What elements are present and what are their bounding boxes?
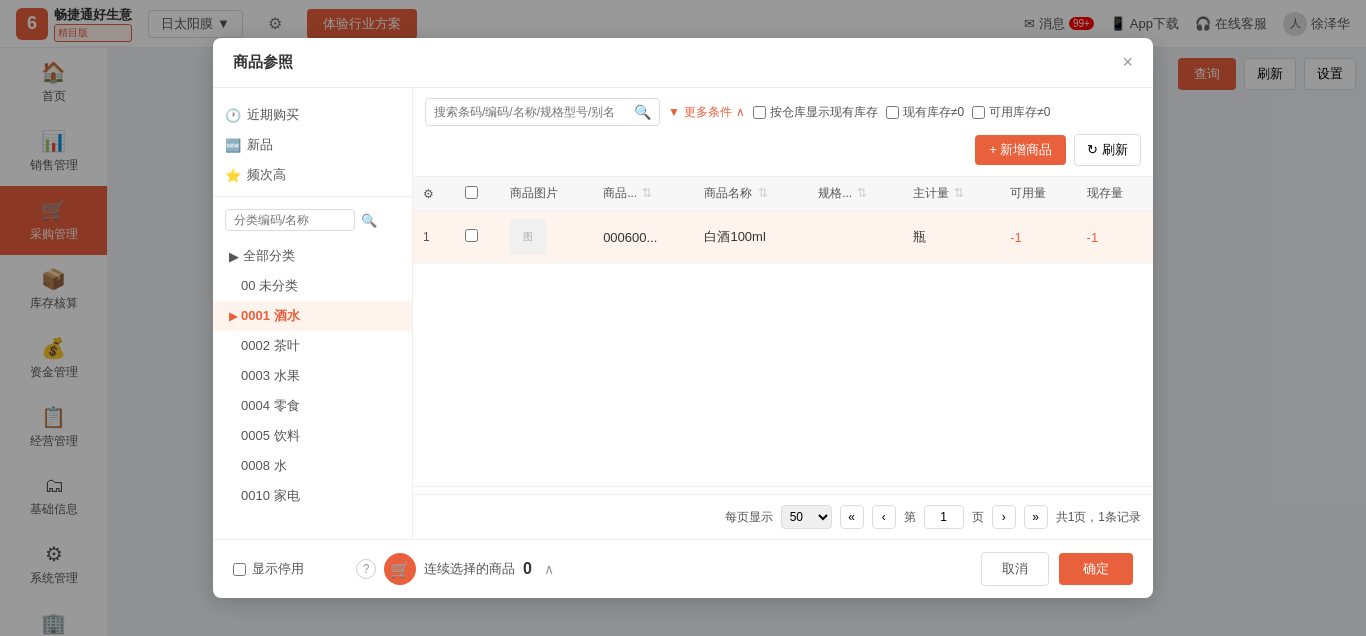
scroll-area [413, 486, 1153, 494]
cat-item-0004[interactable]: 0004 零食 [213, 391, 412, 421]
row-checkbox[interactable] [465, 229, 478, 242]
cat-item-all[interactable]: ▶ 全部分类 [213, 241, 412, 271]
row-code-cell: 000600... [593, 211, 694, 264]
cart-icon[interactable]: 🛒 [384, 553, 416, 585]
cat-expand-icon: ▶ [229, 249, 239, 264]
cancel-btn[interactable]: 取消 [981, 552, 1049, 586]
col-settings[interactable]: ⚙ [413, 177, 455, 211]
row-unit-cell: 瓶 [903, 211, 1000, 264]
col-img: 商品图片 [500, 177, 593, 211]
show-disabled-label[interactable]: 显示停用 [233, 560, 304, 578]
right-panel: 🔍 ▼ 更多条件 ∧ 按仓库显示现有库存 现有库存≠0 [413, 88, 1153, 539]
cat-item-0001[interactable]: ▶ 0001 酒水 [213, 301, 412, 331]
show-disabled-checkbox[interactable] [233, 563, 246, 576]
col-unit[interactable]: 主计量 ⇅ [903, 177, 1000, 211]
cat-tree: ▶ 全部分类 00 未分类 ▶ 0001 酒水 0002 茶叶 0003 水果 [213, 237, 412, 527]
col-stock: 现存量 [1077, 177, 1153, 211]
modal-close-button[interactable]: × [1122, 52, 1133, 73]
collapse-btn[interactable]: ∧ [544, 561, 554, 577]
footer-actions: 取消 确定 [981, 552, 1133, 586]
search-box: 🔍 [425, 98, 660, 126]
cat-item-0010[interactable]: 0010 家电 [213, 481, 412, 511]
recent-buy-icon: 🕐 [225, 108, 241, 123]
freq-high-item[interactable]: ⭐ 频次高 [213, 160, 412, 190]
table-body: 1 图 000600... 白酒100ml 瓶 -1 -1 [413, 211, 1153, 264]
col-spec[interactable]: 规格... ⇅ [808, 177, 903, 211]
check-available-nonzero[interactable]: 可用库存≠0 [972, 104, 1050, 121]
product-image: 图 [510, 219, 546, 255]
row-spec-cell [808, 211, 903, 264]
pagination: 每页显示 50 100 « ‹ 第 页 › » 共1页，1条记录 [413, 494, 1153, 539]
filter-btn[interactable]: ▼ 更多条件 ∧ [668, 104, 745, 121]
row-available-cell: -1 [1000, 211, 1076, 264]
modal-header: 商品参照 × [213, 38, 1153, 88]
page-first-btn[interactable]: « [840, 505, 864, 529]
cat-item-00[interactable]: 00 未分类 [213, 271, 412, 301]
col-available: 可用量 [1000, 177, 1076, 211]
page-number-input[interactable] [924, 505, 964, 529]
new-item-icon: 🆕 [225, 138, 241, 153]
cat-search-input[interactable] [225, 209, 355, 231]
col-name[interactable]: 商品名称 ⇅ [694, 177, 808, 211]
warehouse-checkbox[interactable] [753, 106, 766, 119]
search-input[interactable] [426, 100, 626, 124]
row-name-cell: 白酒100ml [694, 211, 808, 264]
cat-item-0003[interactable]: 0003 水果 [213, 361, 412, 391]
check-stock-nonzero[interactable]: 现有库存≠0 [886, 104, 964, 121]
recent-buy-item[interactable]: 🕐 近期购买 [213, 100, 412, 130]
cat-active-arrow: ▶ [229, 310, 237, 323]
help-icon[interactable]: ? [356, 559, 376, 579]
footer-cart: ? 🛒 连续选择的商品 0 ∧ [356, 553, 554, 585]
new-item[interactable]: 🆕 新品 [213, 130, 412, 160]
table-header-row: ⚙ 商品图片 商品... ⇅ 商品名称 ⇅ 规格... ⇅ 主计量 ⇅ 可用量 … [413, 177, 1153, 211]
modal-title: 商品参照 [233, 53, 293, 72]
row-img-cell: 图 [500, 211, 593, 264]
table-row[interactable]: 1 图 000600... 白酒100ml 瓶 -1 -1 [413, 211, 1153, 264]
page-prev-btn[interactable]: ‹ [872, 505, 896, 529]
refresh-btn[interactable]: ↻ 刷新 [1074, 134, 1141, 166]
left-panel: 🕐 近期购买 🆕 新品 ⭐ 频次高 🔍 ▶ [213, 88, 413, 539]
stock-nonzero-checkbox[interactable] [886, 106, 899, 119]
divider [213, 196, 412, 197]
toolbar: 🔍 ▼ 更多条件 ∧ 按仓库显示现有库存 现有库存≠0 [413, 88, 1153, 177]
product-modal: 商品参照 × 🕐 近期购买 🆕 新品 ⭐ 频次高 [213, 38, 1153, 598]
check-warehouse[interactable]: 按仓库显示现有库存 [753, 104, 878, 121]
row-stock-cell: -1 [1077, 211, 1153, 264]
confirm-btn[interactable]: 确定 [1059, 553, 1133, 585]
available-nonzero-checkbox[interactable] [972, 106, 985, 119]
cat-search: 🔍 [213, 203, 412, 237]
page-last-btn[interactable]: » [1024, 505, 1048, 529]
table-area: ⚙ 商品图片 商品... ⇅ 商品名称 ⇅ 规格... ⇅ 主计量 ⇅ 可用量 … [413, 177, 1153, 486]
select-all-checkbox[interactable] [465, 186, 478, 199]
modal-body: 🕐 近期购买 🆕 新品 ⭐ 频次高 🔍 ▶ [213, 88, 1153, 539]
per-page-select[interactable]: 50 100 [781, 505, 832, 529]
cat-item-0008[interactable]: 0008 水 [213, 451, 412, 481]
search-button[interactable]: 🔍 [626, 99, 659, 125]
add-product-btn[interactable]: + 新增商品 [975, 135, 1066, 165]
row-checkbox-cell[interactable] [455, 211, 500, 264]
cat-item-0005[interactable]: 0005 饮料 [213, 421, 412, 451]
cat-item-0002[interactable]: 0002 茶叶 [213, 331, 412, 361]
filter-icon: ▼ [668, 105, 680, 119]
product-table: ⚙ 商品图片 商品... ⇅ 商品名称 ⇅ 规格... ⇅ 主计量 ⇅ 可用量 … [413, 177, 1153, 264]
modal-footer: 显示停用 ? 🛒 连续选择的商品 0 ∧ 取消 确定 [213, 539, 1153, 598]
cat-search-icon[interactable]: 🔍 [361, 213, 377, 228]
freq-high-icon: ⭐ [225, 168, 241, 183]
toolbar-right: + 新增商品 ↻ 刷新 [975, 134, 1141, 166]
col-checkbox[interactable] [455, 177, 500, 211]
page-next-btn[interactable]: › [992, 505, 1016, 529]
col-code[interactable]: 商品... ⇅ [593, 177, 694, 211]
row-num: 1 [413, 211, 455, 264]
modal-overlay: 商品参照 × 🕐 近期购买 🆕 新品 ⭐ 频次高 [0, 0, 1366, 636]
